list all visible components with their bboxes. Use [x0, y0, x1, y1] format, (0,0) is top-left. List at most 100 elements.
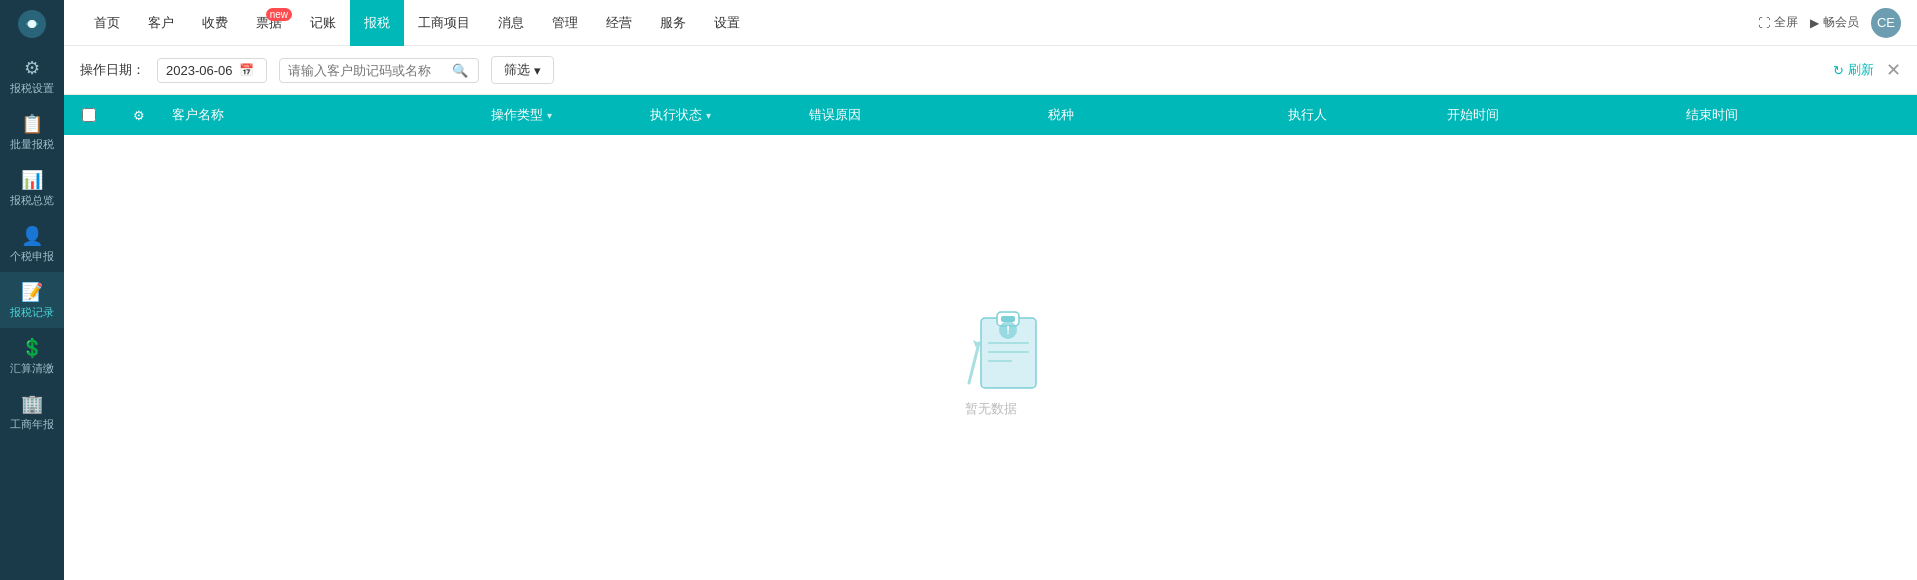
- th-error-reason-label: 错误原因: [809, 106, 861, 124]
- nav-item-fuwu[interactable]: 服务: [646, 0, 700, 46]
- nav-item-piaoju[interactable]: 票据new: [242, 0, 296, 46]
- main-area: 首页 客户 收费票据new 记账报税工商项目 消息 管理 经营 服务 设置 ⛶ 全屏 ▶ 畅会员…: [64, 0, 1917, 580]
- baoshui-settings-icon: ⚙: [24, 57, 40, 79]
- nav-label-gongshang-xiangmu: 工商项目: [418, 14, 470, 32]
- baoshui-settings-label: 报税设置: [10, 82, 54, 95]
- member-label: 畅会员: [1823, 14, 1859, 31]
- nav-items: 首页 客户 收费票据new 记账报税工商项目 消息 管理 经营 服务 设置: [80, 0, 1758, 46]
- th-start-time-label: 开始时间: [1447, 106, 1499, 124]
- sidebar-item-huisuan-jiaosui[interactable]: 💲 汇算清缴: [0, 328, 64, 384]
- th-start-time: 开始时间: [1439, 106, 1678, 124]
- nav-item-home[interactable]: 首页: [80, 0, 134, 46]
- close-button[interactable]: ✕: [1886, 61, 1901, 79]
- th-end-time: 结束时间: [1678, 106, 1917, 124]
- toolbar: 操作日期： 2023-06-06 📅 🔍 筛选 ▾ ↻ 刷新 ✕: [64, 46, 1917, 95]
- date-label: 操作日期：: [80, 61, 145, 79]
- sidebar: ⚙ 报税设置 📋 批量报税 📊 报税总览 👤 个税申报 📝 报税记录 💲 汇算清…: [0, 0, 64, 580]
- nav-item-xiaoxi[interactable]: 消息: [484, 0, 538, 46]
- nav-label-shoufei: 收费: [202, 14, 228, 32]
- nav-label-jingying: 经营: [606, 14, 632, 32]
- nav-item-gongshang-xiangmu[interactable]: 工商项目: [404, 0, 484, 46]
- refresh-icon: ↻: [1833, 63, 1844, 78]
- chevron-down-icon: ▾: [534, 63, 541, 78]
- nav-item-shezhi[interactable]: 设置: [700, 0, 754, 46]
- settings-icon: ⚙: [133, 108, 145, 123]
- sidebar-item-piliang-baoshui[interactable]: 📋 批量报税: [0, 104, 64, 160]
- logo[interactable]: [0, 0, 64, 48]
- svg-point-1: [28, 20, 36, 28]
- gongshang-nianbao-label: 工商年报: [10, 418, 54, 431]
- nav-right: ⛶ 全屏 ▶ 畅会员 CE: [1758, 8, 1901, 38]
- nav-label-jizhang: 记账: [310, 14, 336, 32]
- gongshang-nianbao-icon: 🏢: [21, 393, 43, 415]
- huisuan-jiaosui-icon: 💲: [21, 337, 43, 359]
- geshuishen-bao-label: 个税申报: [10, 250, 54, 263]
- th-checkbox[interactable]: [64, 108, 114, 122]
- filter-label: 筛选: [504, 61, 530, 79]
- avatar-text: CE: [1877, 15, 1895, 30]
- member-button[interactable]: ▶ 畅会员: [1810, 14, 1859, 31]
- sidebar-item-geshuishen-bao[interactable]: 👤 个税申报: [0, 216, 64, 272]
- fullscreen-button[interactable]: ⛶ 全屏: [1758, 14, 1798, 31]
- empty-state: ! 暂无数据: [951, 298, 1031, 418]
- th-settings[interactable]: ⚙: [114, 108, 164, 123]
- fullscreen-label: 全屏: [1774, 14, 1798, 31]
- fullscreen-icon: ⛶: [1758, 16, 1770, 30]
- sidebar-item-baoshui-settings[interactable]: ⚙ 报税设置: [0, 48, 64, 104]
- th-executor-label: 执行人: [1288, 106, 1327, 124]
- nav-item-guanli[interactable]: 管理: [538, 0, 592, 46]
- nav-label-fuwu: 服务: [660, 14, 686, 32]
- nav-item-customer[interactable]: 客户: [134, 0, 188, 46]
- calendar-icon: 📅: [239, 63, 254, 77]
- piliang-baoshui-label: 批量报税: [10, 138, 54, 151]
- table-container: ⚙ 客户名称 操作类型 ▾ 执行状态 ▾ 错误原因 税种: [64, 95, 1917, 580]
- avatar[interactable]: CE: [1871, 8, 1901, 38]
- content: 操作日期： 2023-06-06 📅 🔍 筛选 ▾ ↻ 刷新 ✕: [64, 46, 1917, 580]
- svg-line-2: [969, 343, 979, 383]
- th-end-time-label: 结束时间: [1686, 106, 1738, 124]
- nav-item-baoshui[interactable]: 报税: [350, 0, 404, 46]
- baoshui-zonglan-icon: 📊: [21, 169, 43, 191]
- baoshui-jilu-icon: 📝: [21, 281, 43, 303]
- nav-badge-piaoju: new: [266, 8, 292, 21]
- top-nav: 首页 客户 收费票据new 记账报税工商项目 消息 管理 经营 服务 设置 ⛶ 全屏 ▶ 畅会员…: [64, 0, 1917, 46]
- nav-item-jizhang[interactable]: 记账: [296, 0, 350, 46]
- sidebar-item-baoshui-zonglan[interactable]: 📊 报税总览: [0, 160, 64, 216]
- th-customer-name: 客户名称: [164, 106, 483, 124]
- nav-label-customer: 客户: [148, 14, 174, 32]
- th-error-reason: 错误原因: [801, 106, 1040, 124]
- empty-icon: !: [951, 298, 1031, 388]
- sidebar-item-gongshang-nianbao[interactable]: 🏢 工商年报: [0, 384, 64, 440]
- baoshui-zonglan-label: 报税总览: [10, 194, 54, 207]
- toolbar-right: ↻ 刷新 ✕: [1833, 61, 1901, 79]
- th-operation-type-label: 操作类型: [491, 106, 543, 124]
- table-body: ! 暂无数据: [64, 135, 1917, 580]
- geshuishen-bao-icon: 👤: [21, 225, 43, 247]
- baoshui-jilu-label: 报税记录: [10, 306, 54, 319]
- sidebar-item-baoshui-jilu[interactable]: 📝 报税记录: [0, 272, 64, 328]
- nav-item-jingying[interactable]: 经营: [592, 0, 646, 46]
- sort-icon-operation-type: ▾: [547, 110, 552, 121]
- piliang-baoshui-icon: 📋: [21, 113, 43, 135]
- th-customer-name-label: 客户名称: [172, 106, 224, 124]
- th-tax-type: 税种: [1040, 106, 1279, 124]
- date-value: 2023-06-06: [166, 63, 233, 78]
- select-all-checkbox[interactable]: [82, 108, 96, 122]
- th-exec-status-label: 执行状态: [650, 106, 702, 124]
- nav-item-shoufei[interactable]: 收费: [188, 0, 242, 46]
- search-input[interactable]: [288, 63, 448, 78]
- nav-label-guanli: 管理: [552, 14, 578, 32]
- refresh-button[interactable]: ↻ 刷新: [1833, 61, 1874, 79]
- huisuan-jiaosui-label: 汇算清缴: [10, 362, 54, 375]
- svg-text:!: !: [1006, 324, 1010, 336]
- th-exec-status: 执行状态 ▾: [642, 106, 801, 124]
- filter-button[interactable]: 筛选 ▾: [491, 56, 554, 84]
- date-picker[interactable]: 2023-06-06 📅: [157, 58, 267, 83]
- nav-label-home: 首页: [94, 14, 120, 32]
- search-icon: 🔍: [452, 63, 468, 78]
- sort-icon-exec-status: ▾: [706, 110, 711, 121]
- table-header: ⚙ 客户名称 操作类型 ▾ 执行状态 ▾ 错误原因 税种: [64, 95, 1917, 135]
- nav-label-shezhi: 设置: [714, 14, 740, 32]
- nav-label-xiaoxi: 消息: [498, 14, 524, 32]
- th-operation-type: 操作类型 ▾: [483, 106, 642, 124]
